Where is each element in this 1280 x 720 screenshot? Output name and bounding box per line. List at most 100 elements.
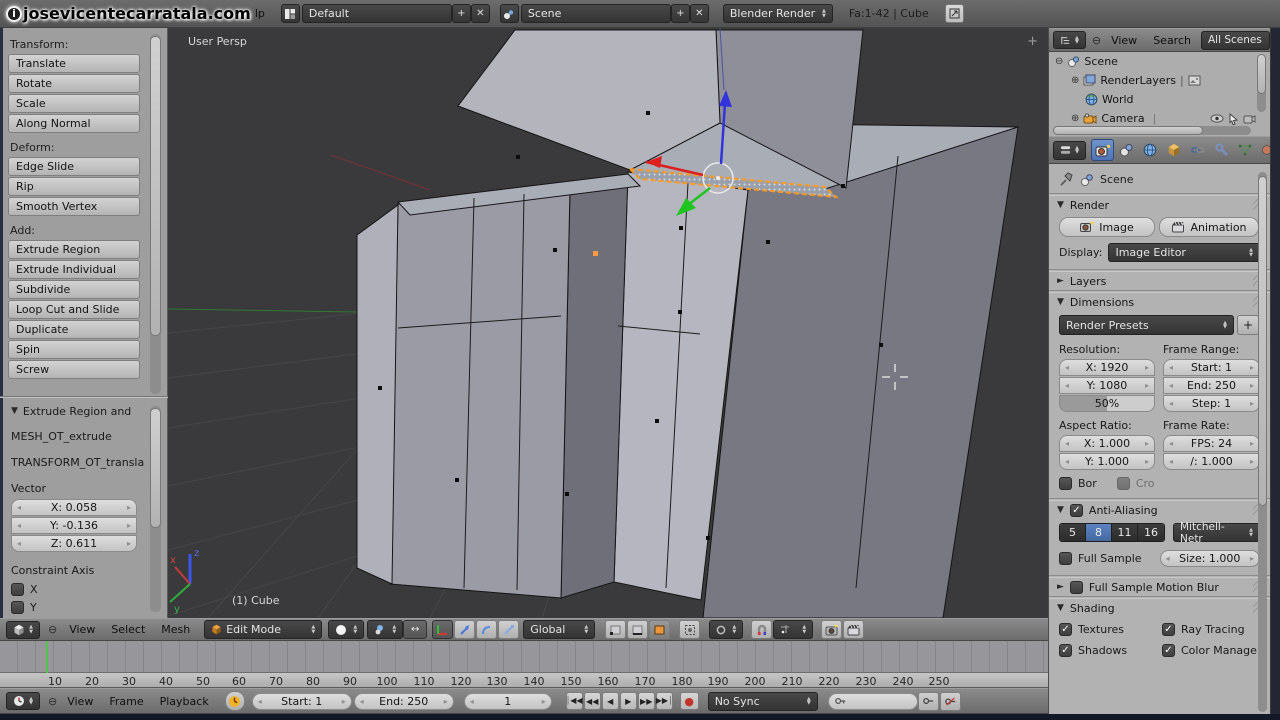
viewport-shading-selector[interactable]: ▲ ▼ (328, 620, 365, 639)
outliner-vscrollbar[interactable] (1257, 54, 1266, 112)
rip-button[interactable]: Rip (8, 177, 140, 196)
selectability-cursor-icon[interactable] (1229, 112, 1238, 125)
scene-add-button[interactable]: + (670, 4, 690, 23)
dimensions-section-header[interactable]: ▼ Dimensions (1049, 293, 1270, 311)
antialiasing-section-header[interactable]: ▼ ✓ Anti-Aliasing (1049, 501, 1270, 519)
scene-browse-icon[interactable] (499, 4, 519, 23)
delete-keyframe-button[interactable] (939, 691, 961, 711)
operator-disclosure-icon[interactable]: ▼ (11, 406, 18, 416)
jump-to-start-button[interactable]: ⏐◀◀ (565, 692, 583, 710)
outliner-item-renderlayers[interactable]: ⊕ RenderLayers | (1049, 71, 1270, 90)
tab-object[interactable] (1163, 139, 1186, 161)
tab-constraints[interactable] (1186, 139, 1209, 161)
outliner-item-scene[interactable]: ⊖ Scene (1049, 52, 1270, 71)
pivot-point-selector[interactable]: ▲ ▼ (367, 620, 404, 639)
resolution-x-field[interactable]: ◂ X: 1920 ▸ (1059, 359, 1155, 376)
tab-world[interactable] (1139, 139, 1162, 161)
tab-object-data[interactable] (1234, 139, 1257, 161)
timeline-track[interactable] (0, 641, 1048, 673)
tab-material-partial[interactable] (1258, 139, 1270, 161)
edge-select-button[interactable] (627, 620, 649, 639)
render-image-button[interactable]: Image (1059, 217, 1155, 237)
textures-checkbox[interactable]: ✓ (1059, 623, 1072, 636)
window-duplicate-icon[interactable] (944, 4, 964, 23)
manipulator-toggle-button[interactable]: ↔ (403, 620, 428, 639)
aa-sample-5[interactable]: 5 (1060, 524, 1086, 541)
prev-keyframe-button[interactable]: ◀◀ (583, 692, 601, 710)
aa-sample-11[interactable]: 11 (1112, 524, 1138, 541)
timeline-playback-menu[interactable]: Playback (152, 695, 217, 708)
snap-element-selector[interactable]: ▲ ▼ (773, 620, 814, 639)
manipulator-translate-button[interactable] (432, 620, 454, 639)
collapse-menus-icon[interactable]: ⊖ (48, 623, 57, 636)
layout-add-button[interactable]: + (451, 4, 471, 23)
view-menu[interactable]: View (61, 623, 103, 636)
manipulator-scale-button[interactable] (498, 620, 520, 639)
mesh-menu[interactable]: Mesh (153, 623, 198, 636)
tool-shelf-scrollbar[interactable] (150, 34, 161, 394)
render-animation-button[interactable]: Animation (1159, 217, 1259, 237)
display-mode-selector[interactable]: Image Editor ▲ ▼ (1108, 243, 1260, 262)
layout-close-button[interactable]: ✕ (470, 4, 490, 23)
frame-start-field[interactable]: ◂ Start: 1 ▸ (251, 692, 352, 710)
along-normal-button[interactable]: Along Normal (8, 114, 140, 133)
full-sample-checkbox[interactable]: ✓ (1059, 552, 1072, 565)
aspect-y-field[interactable]: ◂ Y: 1.000 ▸ (1059, 453, 1155, 470)
subdivide-button[interactable]: Subdivide (8, 280, 140, 299)
help-menu-partial[interactable]: lp (251, 7, 269, 20)
manipulator-rotate-button[interactable] (476, 620, 498, 639)
visibility-eye-icon[interactable] (1210, 114, 1224, 123)
aa-filter-selector[interactable]: Mitchell-Netr ▲ ▼ (1173, 521, 1260, 545)
frame-end-field[interactable]: ◂ End: 250 ▸ (1163, 377, 1260, 394)
play-button[interactable]: ▶ (619, 692, 637, 710)
extrude-individual-button[interactable]: Extrude Individual (8, 260, 140, 279)
shadows-checkbox[interactable]: ✓ (1059, 644, 1072, 657)
extrude-region-button[interactable]: Extrude Region (8, 240, 140, 259)
insert-keyframe-button[interactable] (917, 691, 939, 711)
keying-set-field[interactable] (827, 692, 918, 710)
collapse-menus-icon[interactable]: ⊖ (48, 695, 57, 708)
aa-size-field[interactable]: ◂ Size: 1.000 ▸ (1159, 550, 1260, 567)
motion-blur-checkbox[interactable]: ✓ (1069, 580, 1083, 594)
duplicate-button[interactable]: Duplicate (8, 320, 140, 339)
record-button[interactable]: ● (679, 692, 699, 710)
next-keyframe-button[interactable]: ▶▶ (637, 692, 655, 710)
expand-icon[interactable]: ⊕ (1071, 113, 1079, 124)
use-preview-range-button[interactable] (224, 691, 245, 711)
motion-blur-section-header[interactable]: ► ✓ Full Sample Motion Blur (1049, 578, 1270, 596)
fps-field[interactable]: ◂ FPS: 24 ▸ (1163, 435, 1260, 452)
scene-selector[interactable]: Scene (520, 4, 671, 23)
shading-section-header[interactable]: ▼ Shading (1049, 599, 1270, 617)
orientation-selector[interactable]: Global ▲ ▼ (523, 620, 596, 639)
snap-magnet-button[interactable] (751, 620, 773, 639)
editor-type-3dview[interactable]: ▲ ▼ (6, 620, 40, 639)
outliner-filter-selector[interactable]: All Scenes (1200, 30, 1270, 50)
properties-vscrollbar[interactable] (1258, 172, 1267, 712)
resolution-y-field[interactable]: ◂ Y: 1080 ▸ (1059, 377, 1155, 394)
collapse-icon[interactable]: ⊖ (1055, 56, 1063, 67)
scene-close-button[interactable]: ✕ (689, 4, 709, 23)
operator-panel-title[interactable]: Extrude Region and (23, 405, 131, 418)
resolution-pct-slider[interactable]: 50% (1059, 395, 1155, 412)
renderability-camera-icon[interactable] (1243, 113, 1256, 124)
timeline-ruler[interactable]: 10 20 30 40 50 60 70 80 90 100 110 120 1… (0, 673, 1048, 688)
vector-z-field[interactable]: ◂ Z: 0.611 ▸ (11, 535, 137, 552)
smooth-vertex-button[interactable]: Smooth Vertex (8, 197, 140, 216)
mode-selector[interactable]: Edit Mode ▲ ▼ (204, 620, 323, 639)
screw-button[interactable]: Screw (8, 360, 140, 379)
tab-scene[interactable] (1115, 139, 1138, 161)
region-toggle-plus-icon[interactable]: + (1027, 34, 1038, 49)
fps-base-field[interactable]: ◂/: 1.000 ▸ (1163, 453, 1260, 470)
opengl-render-anim-button[interactable] (843, 620, 865, 639)
crop-checkbox[interactable]: ✓ (1116, 477, 1130, 490)
render-section-header[interactable]: ▼ Render (1049, 196, 1270, 214)
frame-step-field[interactable]: ◂ Step: 1 ▸ (1163, 395, 1260, 412)
raytracing-checkbox[interactable]: ✓ (1162, 623, 1175, 636)
collapse-menus-icon[interactable]: ⊖ (1092, 34, 1101, 47)
translate-button[interactable]: Translate (8, 54, 140, 73)
expand-icon[interactable]: ⊕ (1071, 75, 1079, 86)
vertex-select-button[interactable] (605, 620, 627, 639)
sync-mode-selector[interactable]: No Sync ▲ ▼ (707, 691, 818, 711)
editor-type-timeline[interactable]: ▲ ▼ (6, 692, 40, 710)
select-menu[interactable]: Select (103, 623, 153, 636)
